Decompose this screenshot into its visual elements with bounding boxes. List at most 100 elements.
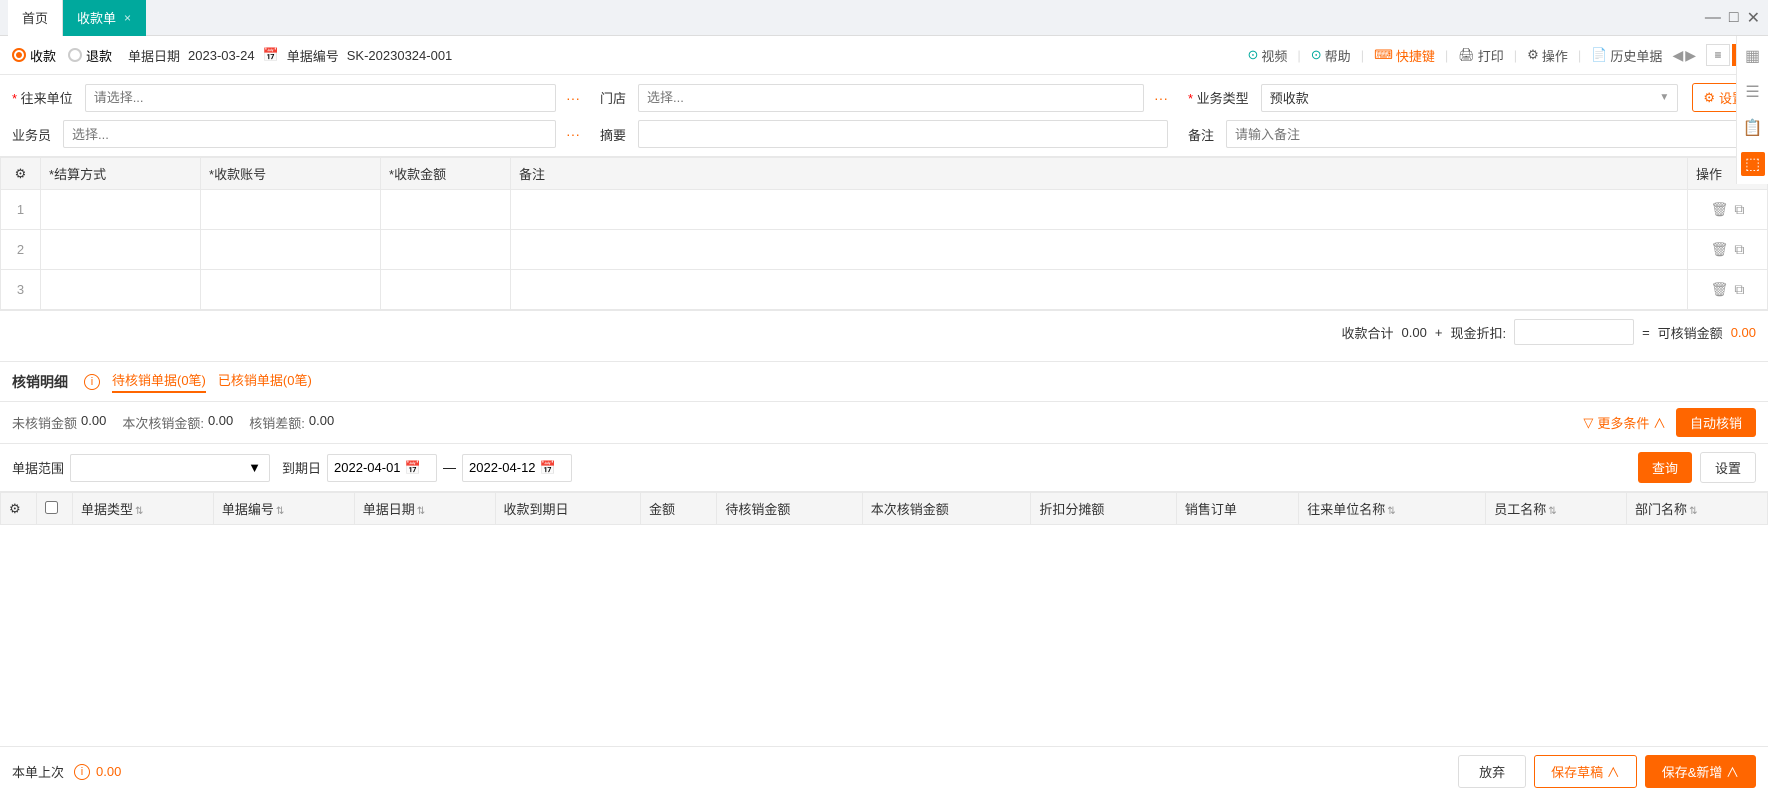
divider3: |	[1445, 48, 1448, 63]
discount-input[interactable]	[1514, 319, 1634, 345]
pending-tab[interactable]: 待核销单据(0笔)	[112, 370, 206, 393]
setting-button-2[interactable]: 设置	[1700, 452, 1756, 483]
print-btn[interactable]: 🖨 打印	[1458, 46, 1504, 65]
table-section: ⚙ *结算方式 *收款账号 *收款金额 备注 操作 1	[0, 157, 1768, 310]
row-3-account[interactable]	[201, 270, 381, 310]
query-button[interactable]: 查询	[1638, 452, 1692, 483]
this-order-value: 0.00	[96, 764, 121, 779]
more-conditions-label: 更多条件 ∧	[1597, 413, 1666, 432]
right-panel-icon-3[interactable]: 📋	[1741, 116, 1765, 140]
shop-more-icon[interactable]: ···	[1154, 90, 1168, 106]
right-panel-icon-4[interactable]: ⬚	[1741, 152, 1765, 176]
right-panel-icon-1[interactable]: ▦	[1741, 44, 1765, 68]
operation-icon: ⚙	[1527, 47, 1539, 63]
radio-receipt[interactable]: 收款	[12, 46, 56, 65]
remarks-label: 备注	[1188, 125, 1220, 144]
date-from-input[interactable]: 2022-04-01 📅	[327, 454, 437, 482]
date-from-calendar-icon[interactable]: 📅	[405, 460, 421, 476]
col-due-date-header: 收款到期日	[495, 493, 640, 525]
video-btn[interactable]: ⊙ 视频	[1247, 46, 1287, 65]
tab-active[interactable]: 收款单 ×	[63, 0, 146, 36]
select-all-checkbox[interactable]	[45, 501, 58, 514]
window-restore-icon[interactable]: □	[1729, 9, 1739, 27]
row-3-amount[interactable]	[381, 270, 511, 310]
save-draft-button[interactable]: 保存草稿 ∧	[1534, 755, 1637, 788]
table-gear-icon[interactable]: ⚙	[15, 166, 27, 181]
radio-refund[interactable]: 退款	[68, 46, 112, 65]
date-to-calendar-icon[interactable]: 📅	[540, 460, 556, 476]
row-2-settlement[interactable]	[41, 230, 201, 270]
row-1-delete-icon[interactable]: 🗑	[1711, 201, 1729, 218]
settings-gear-icon: ⚙	[1703, 90, 1715, 106]
row-1-remarks[interactable]	[511, 190, 1688, 230]
row-3-copy-icon[interactable]: ⧉	[1734, 281, 1744, 298]
nav-next-icon[interactable]: ▶	[1685, 47, 1696, 64]
col-sales-order-header: 销售订单	[1176, 493, 1298, 525]
view-list-icon[interactable]: ≡	[1706, 44, 1730, 66]
window-close-icon[interactable]: ✕	[1747, 8, 1760, 28]
window-minus-icon[interactable]: —	[1705, 9, 1721, 27]
calendar-icon[interactable]: 📅	[263, 47, 279, 63]
bottom-gear-header[interactable]: ⚙	[1, 493, 37, 525]
shop-input[interactable]	[638, 84, 1144, 112]
writeoff-info-icon[interactable]: i	[84, 374, 100, 390]
row-1-copy-icon[interactable]: ⧉	[1734, 201, 1744, 218]
uncanceled-stat: 未核销金额 0.00	[12, 413, 106, 432]
counterpart-more-icon[interactable]: ···	[566, 90, 580, 106]
remarks-group: 备注	[1188, 120, 1756, 148]
staff-more-icon[interactable]: ···	[566, 126, 580, 142]
counterpart-label: 往来单位	[12, 88, 79, 107]
row-2-action: 🗑 ⧉	[1688, 230, 1768, 270]
shortcut-btn[interactable]: ⌨ 快捷键	[1374, 46, 1435, 65]
tab-home-label: 首页	[22, 8, 48, 27]
radio-refund-label: 退款	[86, 46, 112, 65]
row-1-amount[interactable]	[381, 190, 511, 230]
summary-input[interactable]	[638, 120, 1168, 148]
total-label: 收款合计	[1342, 323, 1394, 342]
doc-date-label: 单据日期	[128, 46, 180, 65]
help-btn[interactable]: ⊙ 帮助	[1311, 46, 1351, 65]
writeoff-section: 核销明细 i 待核销单据(0笔) 已核销单据(0笔) 未核销金额 0.00 本次…	[0, 361, 1768, 746]
row-1-account[interactable]	[201, 190, 381, 230]
col-date-header: 单据日期⇅	[354, 493, 495, 525]
bottom-gear-icon[interactable]: ⚙	[9, 501, 21, 516]
bottom-checkbox-header[interactable]	[37, 493, 73, 525]
row-2-delete-icon[interactable]: 🗑	[1711, 241, 1729, 258]
summary-label: 摘要	[600, 125, 632, 144]
row-2-remarks[interactable]	[511, 230, 1688, 270]
bottom-table-section: ⚙ 单据类型⇅ 单据编号⇅ 单据日期⇅ 收款到期日 金额 待核销金额 本次核销金…	[0, 492, 1768, 746]
nav-prev-icon[interactable]: ◀	[1672, 47, 1683, 64]
tab-home[interactable]: 首页	[8, 0, 63, 36]
done-tab[interactable]: 已核销单据(0笔)	[218, 370, 312, 393]
row-2-account[interactable]	[201, 230, 381, 270]
table-gear-header[interactable]: ⚙	[1, 158, 41, 190]
range-select[interactable]: ▼	[70, 454, 270, 482]
row-3-settlement[interactable]	[41, 270, 201, 310]
right-panel-icon-2[interactable]: ☰	[1741, 80, 1765, 104]
operation-btn[interactable]: ⚙ 操作	[1527, 46, 1568, 65]
col-staff-header: 员工名称⇅	[1486, 493, 1627, 525]
more-conditions-btn[interactable]: ▽ 更多条件 ∧	[1583, 413, 1666, 432]
counterpart-input[interactable]	[85, 84, 556, 112]
writeoff-header: 核销明细 i 待核销单据(0笔) 已核销单据(0笔)	[0, 362, 1768, 402]
row-1-settlement[interactable]	[41, 190, 201, 230]
row-3-remarks[interactable]	[511, 270, 1688, 310]
save-new-button[interactable]: 保存&新增 ∧	[1645, 755, 1756, 788]
date-to-input[interactable]: 2022-04-12 📅	[462, 454, 572, 482]
table-row: 3 🗑 ⧉	[1, 270, 1768, 310]
history-btn[interactable]: 📄 历史单据	[1591, 46, 1662, 65]
date-range-filter: 到期日 2022-04-01 📅 — 2022-04-12 📅	[282, 454, 572, 482]
staff-input[interactable]	[63, 120, 556, 148]
history-icon: 📄	[1591, 47, 1607, 63]
staff-label: 业务员	[12, 125, 57, 144]
remarks-input[interactable]	[1226, 120, 1756, 148]
row-2-copy-icon[interactable]: ⧉	[1734, 241, 1744, 258]
abandon-button[interactable]: 放弃	[1458, 755, 1526, 788]
tab-close-icon[interactable]: ×	[124, 11, 131, 25]
row-2-amount[interactable]	[381, 230, 511, 270]
row-3-delete-icon[interactable]: 🗑	[1711, 281, 1729, 298]
shortcut-icon: ⌨	[1374, 47, 1393, 63]
footer-info-icon[interactable]: i	[74, 764, 90, 780]
business-type-select[interactable]: 预收款 ▼	[1261, 84, 1679, 112]
auto-writeoff-button[interactable]: 自动核销	[1676, 408, 1756, 437]
